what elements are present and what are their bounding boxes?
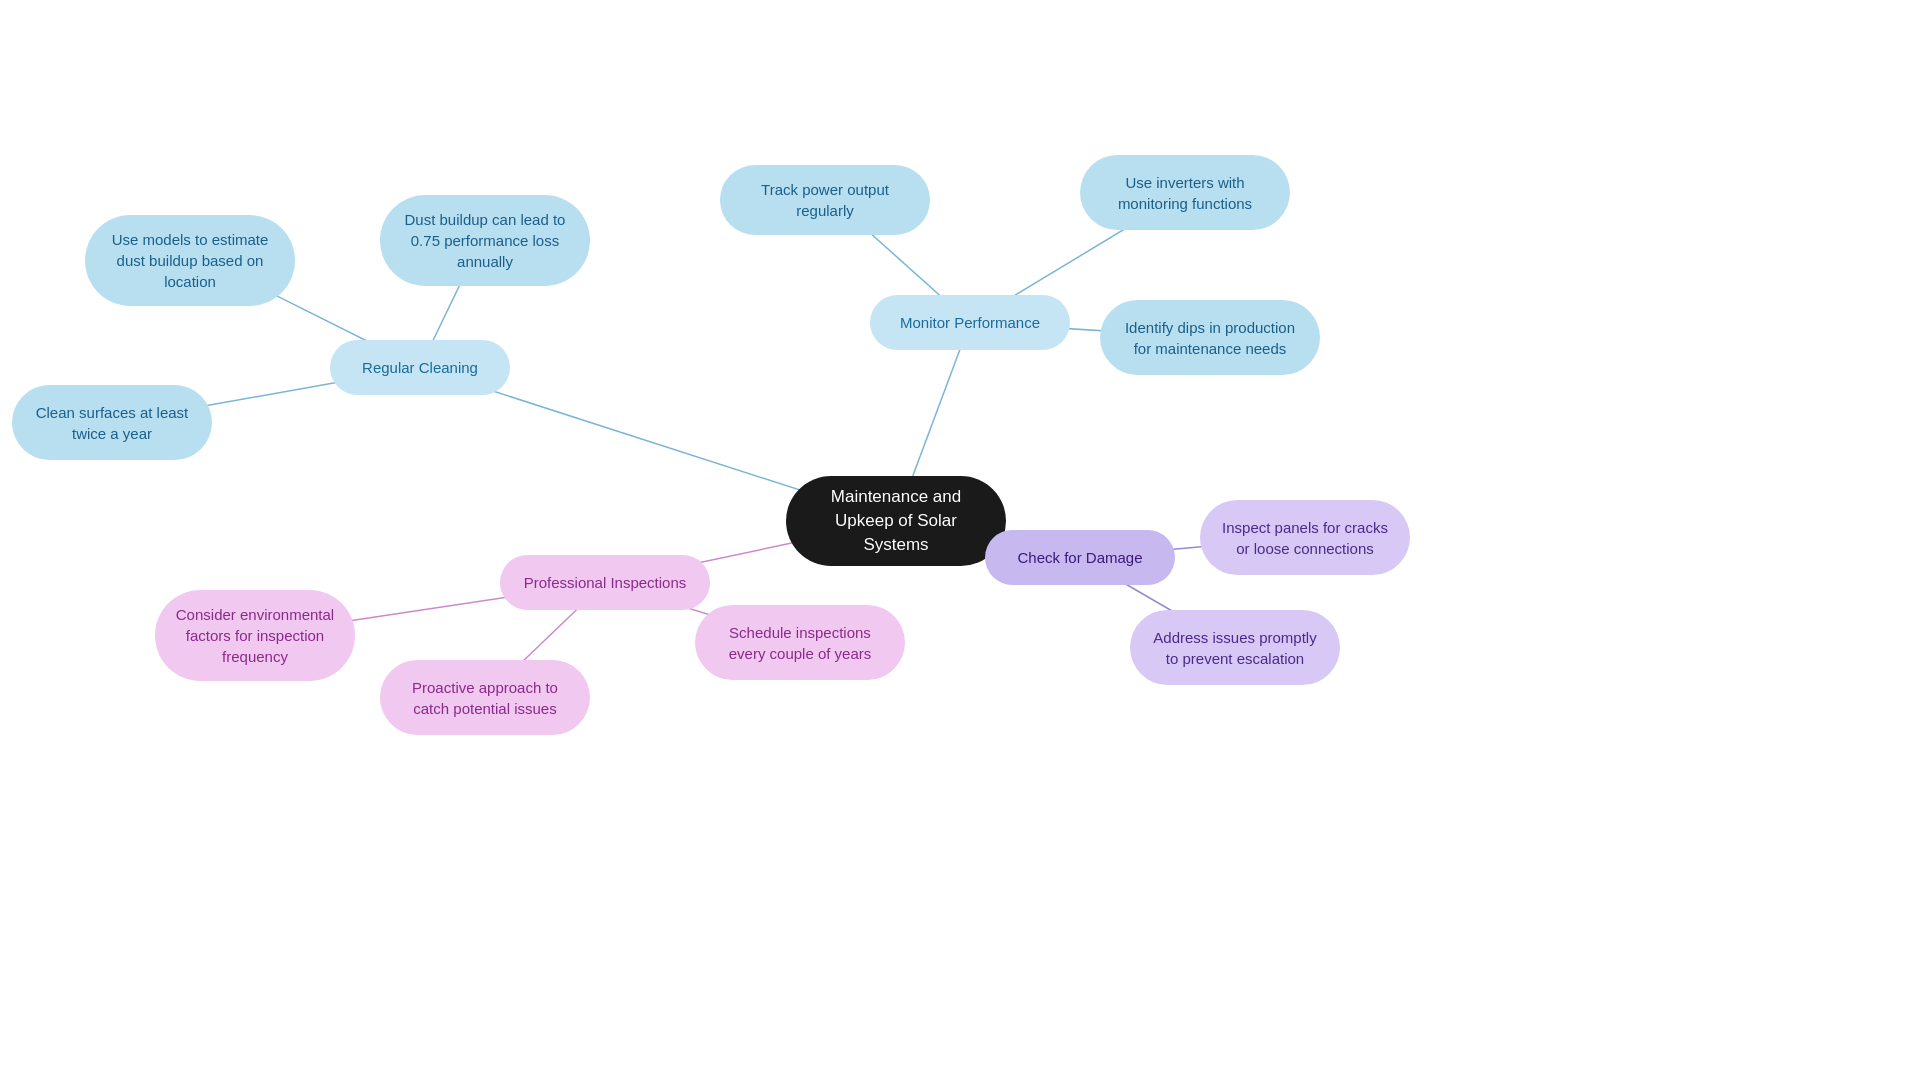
node-professional-inspections: Professional Inspections xyxy=(500,555,710,610)
node-consider-environmental: Consider environmental factors for inspe… xyxy=(155,590,355,681)
node-track-power: Track power output regularly xyxy=(720,165,930,235)
node-proactive-approach: Proactive approach to catch potential is… xyxy=(380,660,590,735)
node-inspect-panels: Inspect panels for cracks or loose conne… xyxy=(1200,500,1410,575)
node-regular-cleaning: Regular Cleaning xyxy=(330,340,510,395)
mind-map: Maintenance and Upkeep of Solar Systems R… xyxy=(0,0,1920,1083)
node-address-issues: Address issues promptly to prevent escal… xyxy=(1130,610,1340,685)
node-use-inverters: Use inverters with monitoring functions xyxy=(1080,155,1290,230)
node-use-models: Use models to estimate dust buildup base… xyxy=(85,215,295,306)
node-clean-surfaces: Clean surfaces at least twice a year xyxy=(12,385,212,460)
node-schedule-inspections: Schedule inspections every couple of yea… xyxy=(695,605,905,680)
center-node: Maintenance and Upkeep of Solar Systems xyxy=(786,476,1006,566)
node-identify-dips: Identify dips in production for maintena… xyxy=(1100,300,1320,375)
node-dust-buildup: Dust buildup can lead to 0.75 performanc… xyxy=(380,195,590,286)
node-check-damage: Check for Damage xyxy=(985,530,1175,585)
node-monitor-performance: Monitor Performance xyxy=(870,295,1070,350)
